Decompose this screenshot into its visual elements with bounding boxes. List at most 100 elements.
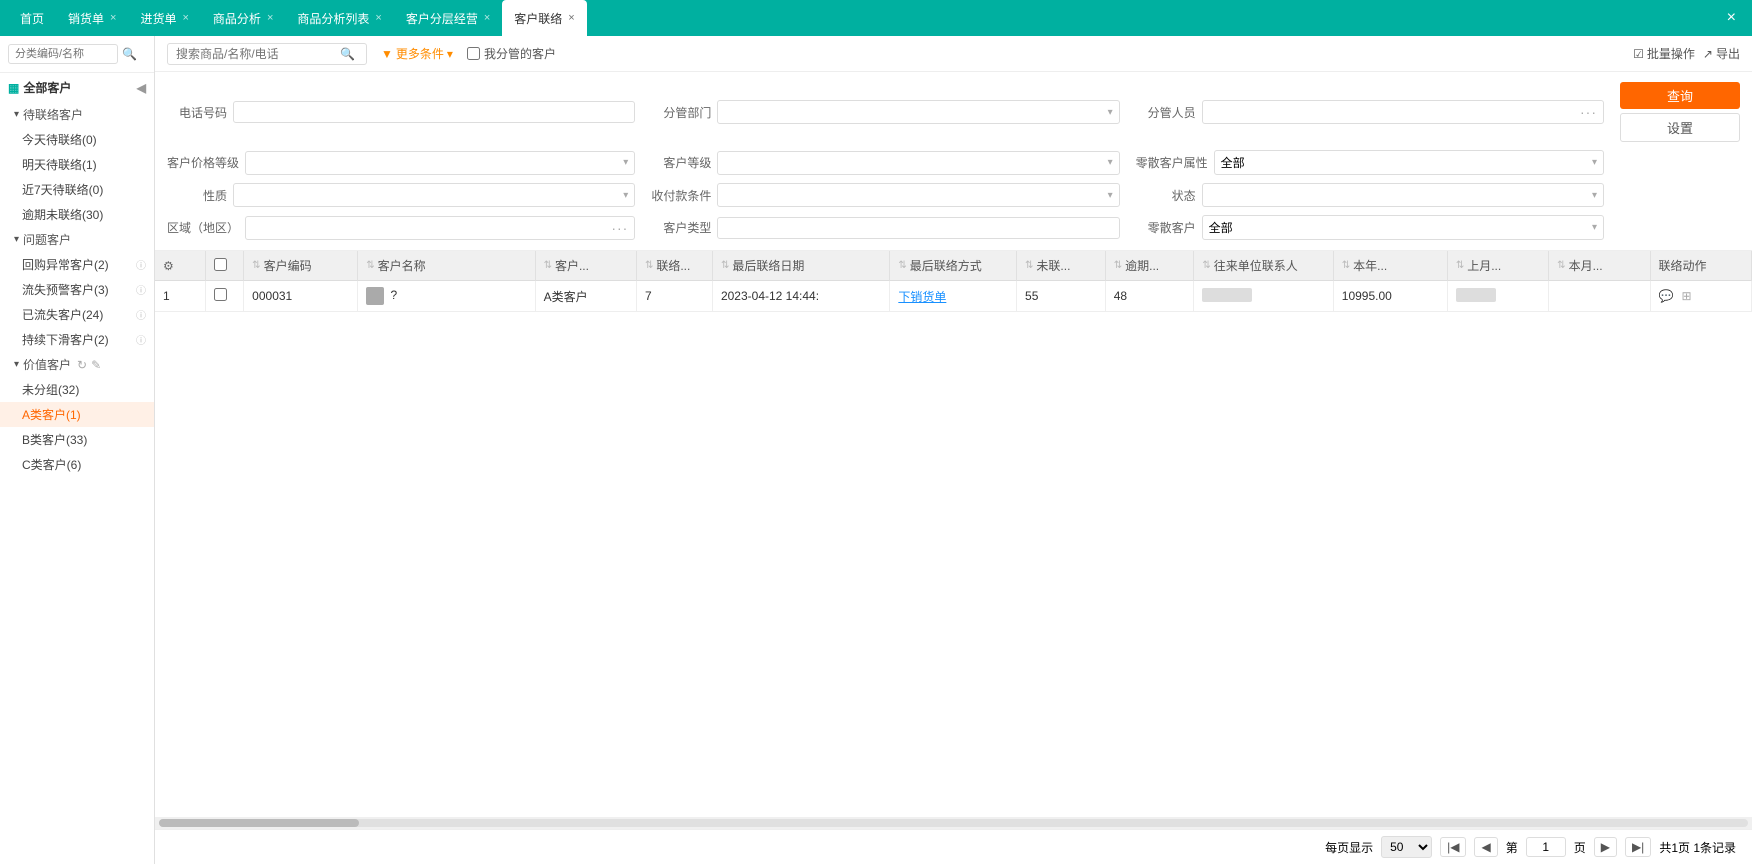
th-no-contact[interactable]: ⇅未联... [1017,251,1106,281]
region-select[interactable]: ··· [245,216,635,240]
per-page-select[interactable]: 50 100 200 [1381,836,1432,858]
batch-op-button[interactable]: ☑ 批量操作 [1633,45,1695,62]
sidebar-item-c-class[interactable]: C类客户(6) [0,452,154,477]
close-sales-icon[interactable]: × [110,12,116,24]
customer-level-select[interactable]: ▾ [717,151,1119,175]
search-icon[interactable]: 🔍 [340,47,355,61]
group-problem[interactable]: ▾ 问题客户 [0,227,154,252]
sidebar-item-overdue[interactable]: 逾期未联络(30) [0,202,154,227]
sort-name-icon: ⇅ [366,260,374,271]
th-name[interactable]: ⇅客户名称 [358,251,535,281]
price-level-select[interactable]: ▾ [245,151,635,175]
sidebar-item-abnormal[interactable]: 回购异常客户(2) ⓘ [0,252,154,277]
nav-customer-contact[interactable]: 客户联络 × [502,0,586,36]
row-checkbox[interactable] [214,288,227,301]
sidebar-item-a-class[interactable]: A类客户(1) [0,402,154,427]
sidebar-item-lost[interactable]: 已流失客户(24) ⓘ [0,302,154,327]
sidebar-item-ungroup[interactable]: 未分组(32) [0,377,154,402]
chat-icon[interactable]: 💬 [1659,289,1674,303]
td-name: ? [358,281,535,312]
page-unit-label: 页 [1574,839,1586,856]
td-overdue: 48 [1105,281,1194,312]
th-this-month[interactable]: ⇅本月... [1549,251,1650,281]
group-value[interactable]: ▾ 价值客户 ↻ ✎ [0,352,154,377]
collapse-icon[interactable]: ◀ [137,81,146,95]
dept-select[interactable]: ▾ [717,100,1119,124]
close-purchase-icon[interactable]: × [182,12,188,24]
td-year-sales: 10995.00 [1333,281,1447,312]
sidebar-search-icon[interactable]: 🔍 [122,47,137,61]
last-page-button[interactable]: ▶| [1625,837,1651,857]
sparse-attr-select[interactable]: 全部 ▾ [1214,150,1604,175]
sort-date-icon: ⇅ [721,260,729,271]
close-layer-icon[interactable]: × [484,12,490,24]
group-pending[interactable]: ▾ 待联络客户 [0,102,154,127]
th-overdue[interactable]: ⇅逾期... [1105,251,1194,281]
export-button[interactable]: ↗ 导出 [1703,45,1740,62]
td-last-way[interactable]: 下销货单 [890,281,1017,312]
td-last-date: 2023-04-12 14:44: [712,281,889,312]
th-contact-person[interactable]: ⇅往来单位联系人 [1194,251,1333,281]
edit-icon[interactable]: ✎ [91,358,101,372]
nav-home[interactable]: 首页 [8,0,56,36]
more-filter-button[interactable]: ▼ 更多条件 ▾ [375,42,459,65]
status-select[interactable]: ▾ [1202,183,1604,207]
prev-page-button[interactable]: ◀ [1474,837,1497,857]
filter-phone: 电话号码 [167,82,635,142]
qr-icon[interactable]: ⊞ [1681,289,1691,303]
th-last-month[interactable]: ⇅上月... [1447,251,1548,281]
page-input[interactable] [1526,837,1566,857]
sidebar: 🔍 ▦ 全部客户 ◀ ▾ 待联络客户 今天待联络(0) 明天待联络(1) 近7天… [0,36,155,864]
nav-product-analysis[interactable]: 商品分析 × [201,0,285,36]
close-analysis-icon[interactable]: × [267,12,273,24]
td-type: A类客户 [535,281,636,312]
next-page-button[interactable]: ▶ [1594,837,1617,857]
td-checkbox [206,281,244,312]
payment-select[interactable]: ▾ [717,183,1119,207]
manager-input[interactable]: ··· [1202,100,1604,124]
my-customers-checkbox[interactable] [467,47,480,60]
sidebar-item-declining[interactable]: 持续下滑客户(2) ⓘ [0,327,154,352]
sidebar-item-today[interactable]: 今天待联络(0) [0,127,154,152]
close-contact-icon[interactable]: × [568,12,574,24]
settings-button[interactable]: 设置 [1620,113,1740,142]
th-last-date[interactable]: ⇅最后联络日期 [712,251,889,281]
phone-input[interactable] [233,101,635,123]
my-customers-filter: 我分管的客户 [467,45,556,62]
all-customers-header[interactable]: ▦ 全部客户 ◀ [0,73,154,102]
nav-product-list[interactable]: 商品分析列表 × [285,0,393,36]
nav-customer-layer[interactable]: 客户分层经营 × [394,0,502,36]
nature-select[interactable]: ▾ [233,183,635,207]
horizontal-scrollbar[interactable] [155,817,1752,829]
th-type[interactable]: ⇅客户... [535,251,636,281]
th-contact[interactable]: ⇅联络... [636,251,712,281]
search-input[interactable] [176,47,336,61]
th-last-way[interactable]: ⇅最后联络方式 [890,251,1017,281]
sidebar-search-input[interactable] [8,44,118,64]
sidebar-item-warning[interactable]: 流失预警客户(3) ⓘ [0,277,154,302]
total-label: 共1页 1条记录 [1659,839,1736,856]
sparse-attr-arrow-icon: ▾ [1592,157,1597,168]
gear-icon[interactable]: ⚙ [163,259,174,273]
sort-way-icon: ⇅ [898,260,906,271]
refresh-icon[interactable]: ↻ [77,358,87,372]
th-code[interactable]: ⇅客户编码 [244,251,358,281]
customer-type-input[interactable] [717,217,1119,239]
nav-sales[interactable]: 销货单 × [56,0,128,36]
search-box: 🔍 [167,43,367,65]
nav-purchase[interactable]: 进货单 × [128,0,200,36]
scroll-thumb[interactable] [159,819,359,827]
select-all-checkbox[interactable] [214,258,227,271]
td-no-contact: 55 [1017,281,1106,312]
close-list-icon[interactable]: × [375,12,381,24]
sidebar-item-tomorrow[interactable]: 明天待联络(1) [0,152,154,177]
th-action: 联络动作 [1650,251,1751,281]
sidebar-item-b-class[interactable]: B类客户(33) [0,427,154,452]
th-year-sales[interactable]: ⇅本年... [1333,251,1447,281]
query-button[interactable]: 查询 [1620,82,1740,109]
first-page-button[interactable]: |◀ [1440,837,1466,857]
sidebar-item-7days[interactable]: 近7天待联络(0) [0,177,154,202]
sparse-customer-select[interactable]: 全部 ▾ [1202,215,1604,240]
close-all-button[interactable]: × [1719,9,1744,27]
filter-customer-level: 客户等级 ▾ [651,150,1119,175]
